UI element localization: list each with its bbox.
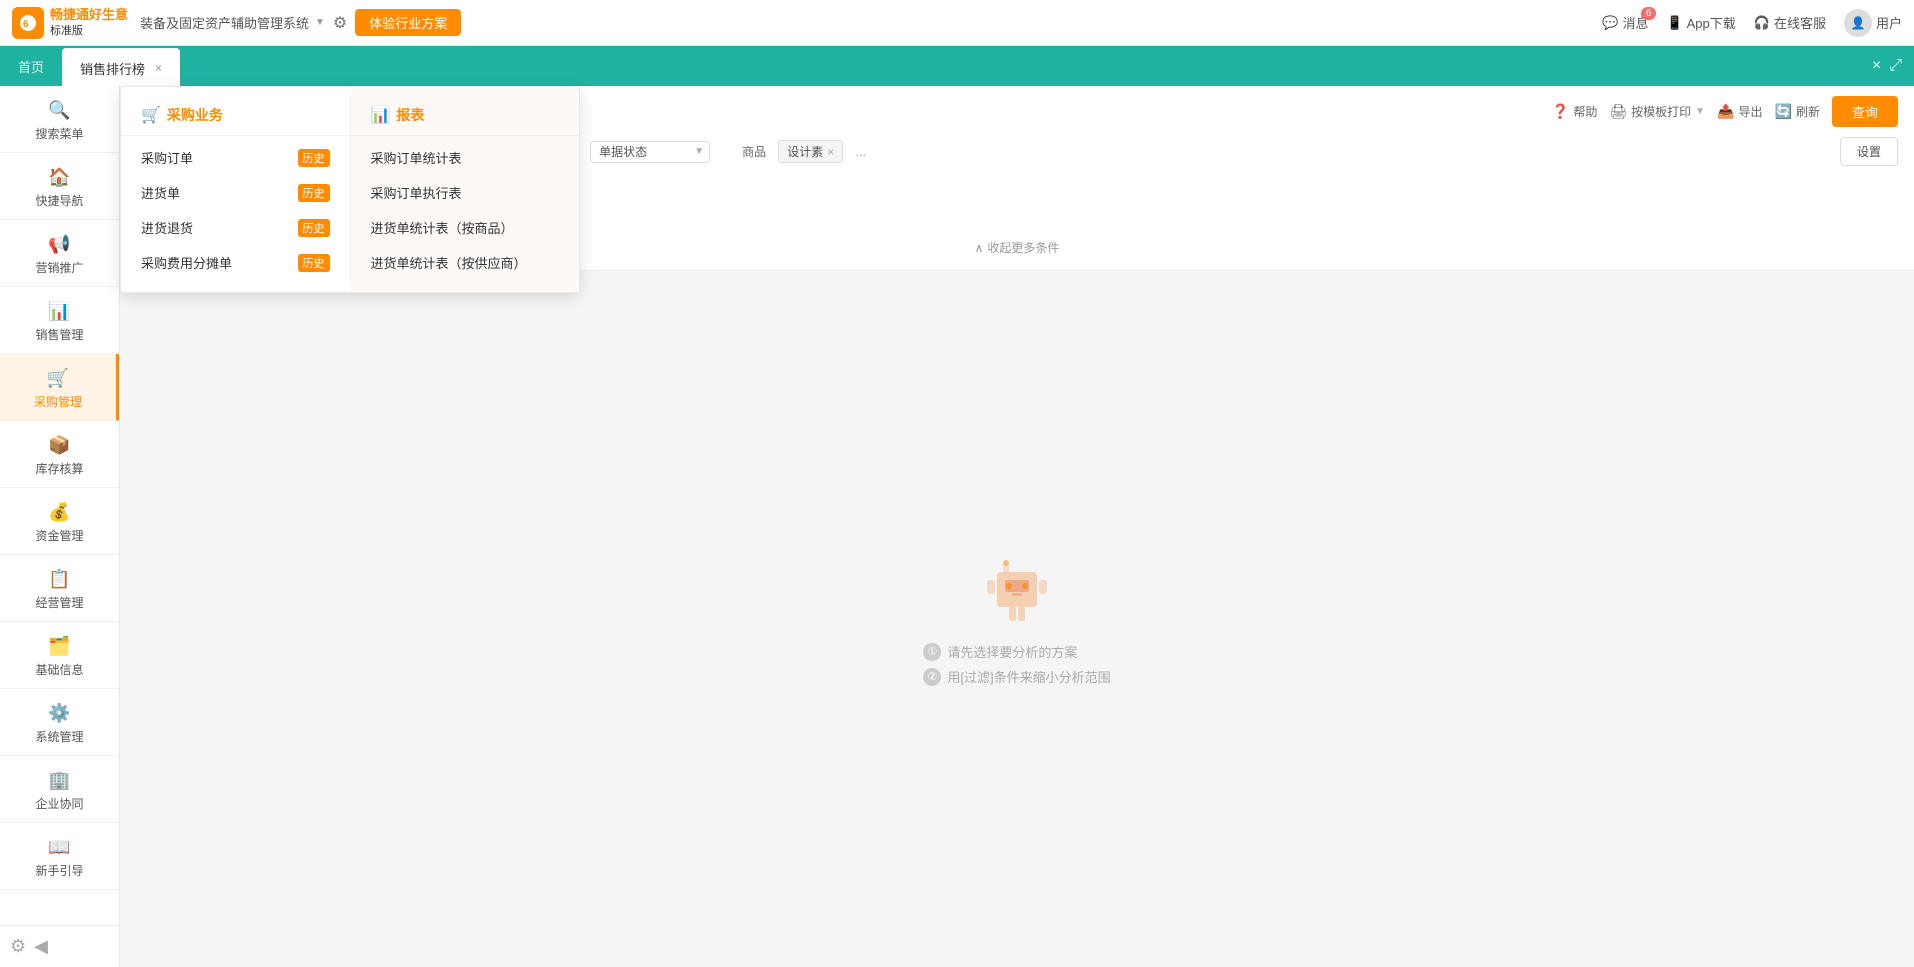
report-col-icon: 📊 [371, 105, 391, 125]
enterprise-icon: 🏢 [48, 770, 70, 791]
topbar: 6 畅捷通好生意 标准版 装备及固定资产辅助管理系统 ▼ ⚙ 体验行业方案 💬 … [0, 0, 1914, 46]
sidebar: 🔍 搜索菜单 🏠 快捷导航 📢 营销推广 📊 销售管理 🛒 采购管理 📦 库存核… [0, 86, 120, 967]
refresh-icon: 🔄 [1775, 103, 1792, 120]
dropdown-item-goods-return[interactable]: 进货退货 历史 [121, 210, 350, 245]
sidebar-item-purchase[interactable]: 🛒 采购管理 [0, 354, 119, 421]
export-btn[interactable]: 📤 导出 [1717, 103, 1762, 120]
tabbar: 首页 销售排行榜 × × ⤢ [0, 46, 1914, 86]
dropdown-purchase-col: 🛒 采购业务 采购订单 历史 进货单 历史 进货退货 历史 采购费用分摊单 历史 [121, 87, 350, 292]
print-btn[interactable]: 🖨 按模板打印 ▼ [1609, 103, 1705, 120]
dropdown-report-col: 📊 报表 采购订单统计表 采购订单执行表 进货单统计表（按商品） 进货单统计表（… [351, 87, 580, 292]
home-icon: 🏠 [48, 167, 70, 188]
sidebar-item-finance[interactable]: 💰 资金管理 [0, 488, 119, 555]
sales-icon: 📊 [48, 301, 70, 322]
sidebar-item-sys-mgmt[interactable]: ⚙️ 系统管理 [0, 689, 119, 756]
hist-badge-2: 历史 [298, 219, 330, 237]
message-icon: 💬 [1602, 15, 1618, 31]
sidebar-item-search[interactable]: 🔍 搜索菜单 [0, 86, 119, 153]
tab-fullscreen-icon[interactable]: ⤢ [1889, 57, 1902, 75]
svg-text:6: 6 [23, 19, 29, 30]
trial-button[interactable]: 体验行业方案 [355, 9, 461, 36]
sidebar-collapse-btn[interactable]: ◀ [34, 936, 48, 957]
avatar: 👤 [1844, 9, 1872, 37]
goods-label: 商品 [742, 143, 766, 160]
sidebar-item-enterprise[interactable]: 🏢 企业协同 [0, 756, 119, 823]
sys-icon: ⚙️ [48, 703, 70, 724]
basic-info-icon: 🗂️ [48, 636, 70, 657]
goods-tag: 设计素 × [778, 140, 843, 163]
settings-gear-icon[interactable]: ⚙ [333, 13, 347, 33]
user-btn[interactable]: 👤 用户 [1844, 9, 1902, 37]
sidebar-item-operations[interactable]: 📋 经营管理 [0, 555, 119, 622]
dropdown-item-goods-stat-by-supplier[interactable]: 进货单统计表（按供应商） [351, 245, 580, 280]
status-select[interactable]: 单据状态 [590, 141, 710, 163]
phone-icon: 📱 [1666, 15, 1682, 31]
message-btn[interactable]: 💬 消息 6 [1602, 13, 1648, 32]
dropdown-item-goods-stat-by-product[interactable]: 进货单统计表（按商品） [351, 210, 580, 245]
finance-icon: 💰 [48, 502, 70, 523]
goods-ellipsis[interactable]: ... [855, 144, 866, 159]
goods-tag-close[interactable]: × [827, 145, 834, 159]
status-select-wrap: 单据状态 ▼ [590, 141, 710, 163]
guide-icon: 📖 [48, 837, 70, 858]
toolbar-right: ❓ 帮助 🖨 按模板打印 ▼ 📤 导出 🔄 刷新 [1552, 96, 1898, 127]
logo-area: 6 畅捷通好生意 标准版 [12, 7, 132, 39]
sidebar-item-sales[interactable]: 📊 销售管理 [0, 287, 119, 354]
dropdown-item-purchase-order-stat[interactable]: 采购订单统计表 [351, 140, 580, 175]
tab-home[interactable]: 首页 [0, 46, 62, 86]
search-icon: 🔍 [48, 100, 70, 121]
empty-state: ① 请先选择要分析的方案 ② 用[过滤]条件来缩小分析范围 [120, 271, 1914, 967]
headset-icon: 🎧 [1754, 15, 1770, 31]
set-btn-wrap: 设置 [1840, 137, 1898, 166]
purchase-col-icon: 🛒 [141, 105, 161, 125]
service-btn[interactable]: 🎧 在线客服 [1754, 13, 1826, 32]
sidebar-settings-btn[interactable]: ⚙ [10, 936, 26, 957]
empty-tip-2: ② 用[过滤]条件来缩小分析范围 [923, 667, 1110, 686]
tab-right-controls: × ⤢ [1872, 57, 1914, 75]
stock-icon: 📦 [48, 435, 70, 456]
system-selector[interactable]: 装备及固定资产辅助管理系统 ▼ [140, 13, 325, 32]
system-selector-arrow: ▼ [315, 17, 325, 28]
operations-icon: 📋 [48, 569, 70, 590]
dropdown-item-purchase-fee[interactable]: 采购费用分摊单 历史 [121, 245, 350, 280]
message-badge: 6 [1641, 7, 1657, 20]
logo-text: 畅捷通好生意 标准版 [50, 7, 128, 38]
hist-badge-0: 历史 [298, 149, 330, 167]
sidebar-item-quick-nav[interactable]: 🏠 快捷导航 [0, 153, 119, 220]
empty-illustration [967, 552, 1067, 632]
tab-window-close-icon[interactable]: × [1872, 57, 1881, 75]
collapse-up-icon: ∧ [975, 241, 984, 255]
dropdown-item-purchase-order-exec[interactable]: 采购订单执行表 [351, 175, 580, 210]
logo-icon: 6 [12, 7, 44, 39]
help-btn[interactable]: ❓ 帮助 [1552, 103, 1597, 120]
print-arrow-icon: ▼ [1695, 106, 1705, 117]
sidebar-item-guide[interactable]: 📖 新手引导 [0, 823, 119, 890]
dropdown-menu: 🛒 采购业务 采购订单 历史 进货单 历史 进货退货 历史 采购费用分摊单 历史… [120, 86, 580, 293]
empty-tips: ① 请先选择要分析的方案 ② 用[过滤]条件来缩小分析范围 [923, 642, 1110, 686]
empty-tip-1: ① 请先选择要分析的方案 [923, 642, 1110, 661]
marketing-icon: 📢 [48, 234, 70, 255]
sidebar-item-basic-info[interactable]: 🗂️ 基础信息 [0, 622, 119, 689]
app-download-btn[interactable]: 📱 App下载 [1666, 13, 1735, 32]
sidebar-item-marketing[interactable]: 📢 营销推广 [0, 220, 119, 287]
dropdown-purchase-title: 🛒 采购业务 [121, 99, 350, 136]
help-icon: ❓ [1552, 103, 1569, 120]
sidebar-item-stock[interactable]: 📦 库存核算 [0, 421, 119, 488]
dropdown-item-purchase-order[interactable]: 采购订单 历史 [121, 140, 350, 175]
purchase-icon: 🛒 [47, 368, 69, 389]
dropdown-item-goods-receipt[interactable]: 进货单 历史 [121, 175, 350, 210]
set-button[interactable]: 设置 [1840, 137, 1898, 166]
refresh-btn[interactable]: 🔄 刷新 [1775, 103, 1820, 120]
tab-close-icon[interactable]: × [155, 61, 162, 75]
print-icon: 🖨 [1609, 103, 1627, 120]
hist-badge-1: 历史 [298, 184, 330, 202]
tab-sales-rank[interactable]: 销售排行榜 × [62, 48, 180, 88]
dropdown-report-title: 📊 报表 [351, 99, 580, 136]
sidebar-bottom: ⚙ ◀ [0, 925, 119, 967]
query-button[interactable]: 查询 [1832, 96, 1898, 127]
hist-badge-3: 历史 [298, 254, 330, 272]
topbar-right: 💬 消息 6 📱 App下载 🎧 在线客服 👤 用户 [1602, 9, 1902, 37]
export-icon: 📤 [1717, 103, 1734, 120]
